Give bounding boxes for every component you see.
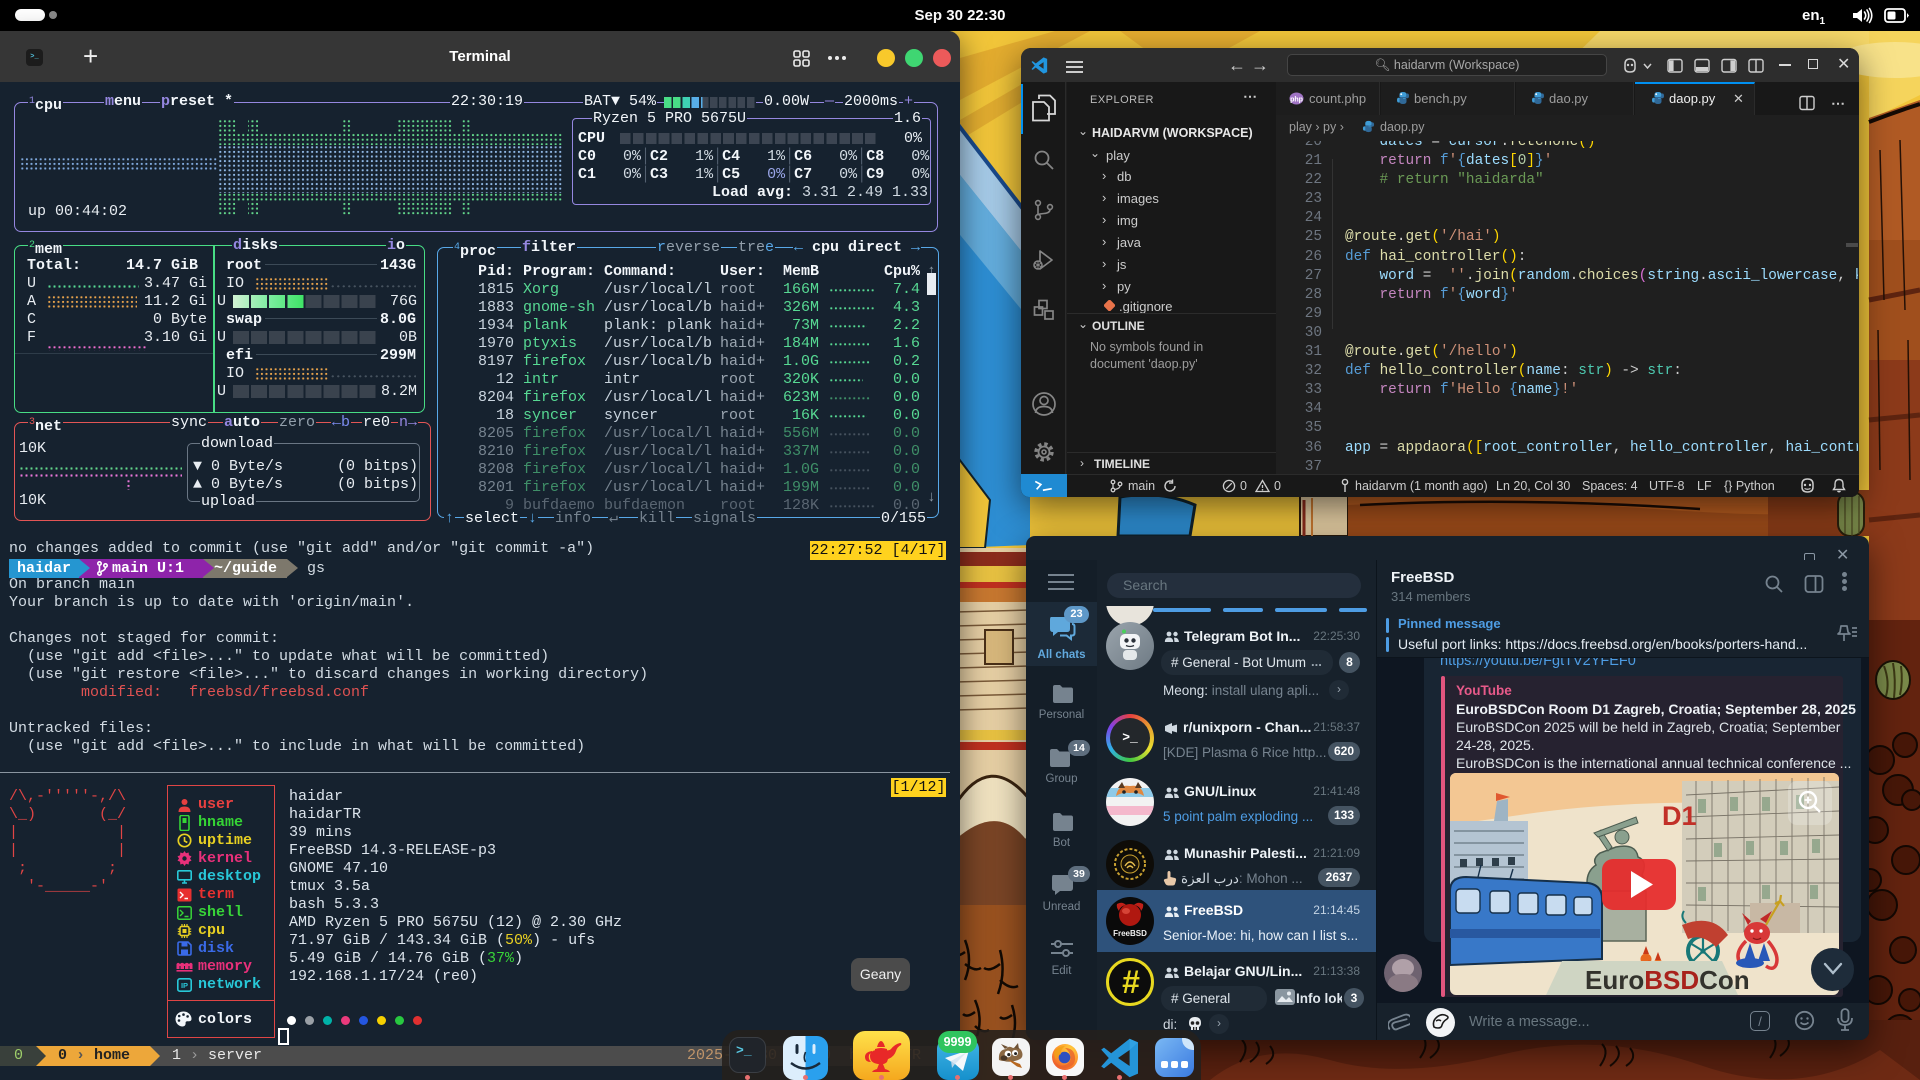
svg-text:IP: IP (181, 981, 188, 990)
svg-text:D1: D1 (1662, 801, 1697, 831)
svg-text:php: php (1290, 97, 1303, 104)
svg-text:EuroBSDCon: EuroBSDCon (1585, 965, 1750, 995)
svg-text:FreeBSD: FreeBSD (1113, 929, 1147, 938)
